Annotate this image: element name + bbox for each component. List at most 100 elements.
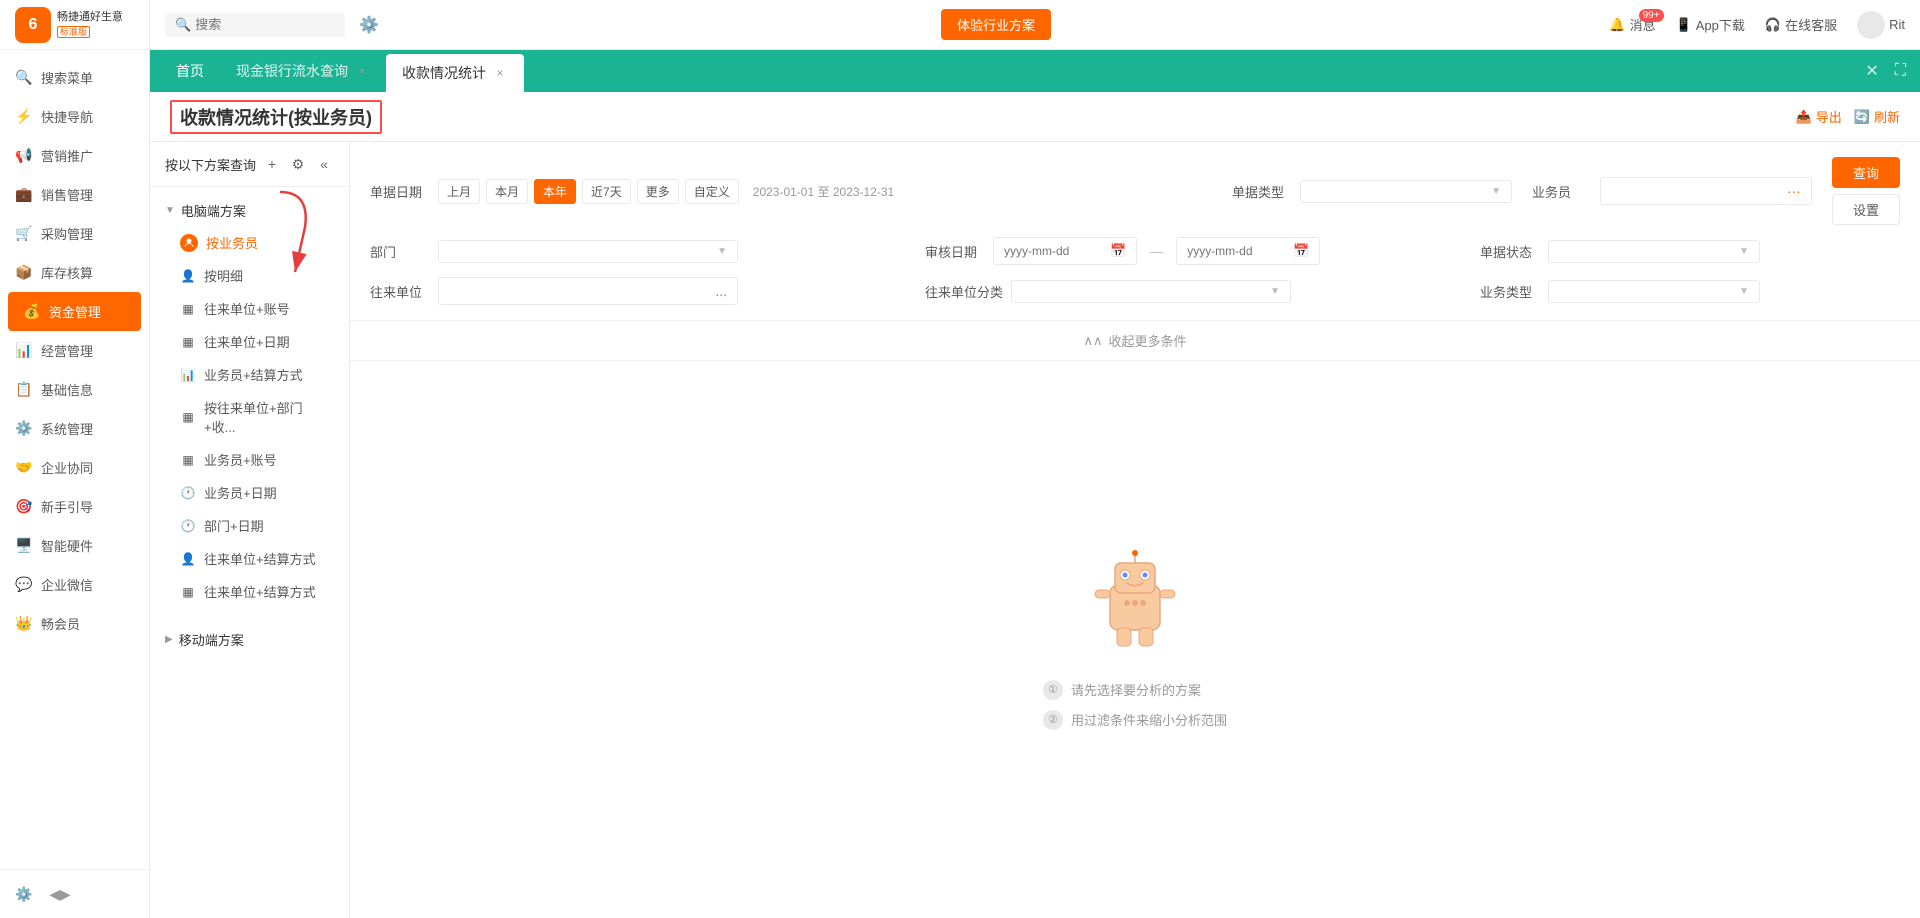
date-btn-last-7-days[interactable]: 近7天 bbox=[582, 179, 631, 204]
filter-area: 单据日期 上月 本月 本年 近7天 更多 自定义 2023-01-01 bbox=[350, 142, 1920, 321]
sidebar-item-search[interactable]: 🔍 搜索菜单 bbox=[0, 58, 149, 97]
salesperson-select[interactable]: ··· bbox=[1600, 177, 1812, 205]
sidebar-item-marketing[interactable]: 📢 营销推广 bbox=[0, 136, 149, 175]
sidebar-item-wechat[interactable]: 💬 企业微信 bbox=[0, 565, 149, 604]
scheme-item-by-salesperson[interactable]: 按业务员 bbox=[150, 226, 349, 259]
settings-button[interactable]: 设置 bbox=[1832, 194, 1900, 225]
query-button[interactable]: 查询 bbox=[1832, 157, 1900, 188]
maximize-window-icon[interactable]: ⛶ bbox=[1891, 58, 1910, 84]
settings-bottom-icon[interactable]: ⚙️ bbox=[10, 880, 38, 908]
scheme-item-dept-date[interactable]: 🕐 部门+日期 bbox=[150, 509, 349, 542]
doc-status-select[interactable]: ▼ bbox=[1548, 240, 1760, 263]
chevron-down-icon-dept: ▼ bbox=[717, 246, 727, 257]
collapse-bar[interactable]: ∧∧ 收起更多条件 bbox=[350, 321, 1920, 361]
topbar-gear-icon[interactable]: ⚙️ bbox=[355, 11, 383, 39]
sidebar-item-quicknav[interactable]: ⚡ 快捷导航 bbox=[0, 97, 149, 136]
calendar-icon-2: 📅 bbox=[1293, 243, 1309, 259]
page-header-actions: 📤 导出 🔄 刷新 bbox=[1796, 107, 1900, 126]
notifications-button[interactable]: 🔔 消息 99+ bbox=[1609, 15, 1655, 34]
scheme-section-desktop-toggle[interactable]: ▼ 电脑端方案 bbox=[150, 195, 349, 226]
partner-select[interactable]: ... bbox=[438, 277, 738, 305]
filter-biz-type: 业务类型 ▼ bbox=[1480, 280, 1760, 303]
scheme-item-partner-account[interactable]: ▦ 往来单位+账号 bbox=[150, 292, 349, 325]
review-date-from-input[interactable]: 📅 bbox=[993, 237, 1137, 265]
date-btn-this-year[interactable]: 本年 bbox=[534, 179, 576, 204]
tab-bank[interactable]: 现金银行流水查询 × bbox=[220, 50, 386, 92]
scheme-item-partner-dept-collect[interactable]: ▦ 按往来单位+部门+收... bbox=[150, 391, 349, 443]
close-window-icon[interactable]: ✕ bbox=[1861, 57, 1882, 85]
sidebar-item-system[interactable]: ⚙️ 系统管理 bbox=[0, 409, 149, 448]
download-icon: 📱 bbox=[1676, 17, 1692, 33]
scheme-item-salesperson-account[interactable]: ▦ 业务员+账号 bbox=[150, 443, 349, 476]
detail-icon: 👤 bbox=[180, 268, 196, 284]
review-date-from-field[interactable] bbox=[1004, 244, 1104, 258]
online-service-button[interactable]: 🎧 在线客服 bbox=[1765, 15, 1837, 34]
tab-home[interactable]: 首页 bbox=[160, 50, 220, 92]
date-btn-last-month[interactable]: 上月 bbox=[438, 179, 480, 204]
export-button[interactable]: 📤 导出 bbox=[1796, 107, 1842, 126]
table-icon-3: ▦ bbox=[180, 409, 196, 425]
scheme-panel: 按以下方案查询 + ⚙ « ▼ 电脑端方案 bbox=[150, 142, 350, 918]
collapse-sidebar-icon[interactable]: ◀▶ bbox=[46, 880, 74, 908]
scheme-settings-icon[interactable]: ⚙ bbox=[288, 154, 308, 174]
collapse-scheme-icon[interactable]: « bbox=[314, 154, 334, 174]
date-btn-this-month[interactable]: 本月 bbox=[486, 179, 528, 204]
export-icon: 📤 bbox=[1796, 109, 1812, 125]
tab-bank-close[interactable]: × bbox=[354, 63, 370, 79]
clock-icon-1: 🕐 bbox=[180, 485, 196, 501]
finance-icon: 💰 bbox=[23, 303, 41, 321]
review-date-to-field[interactable] bbox=[1187, 244, 1287, 258]
page-title: 收款情况统计(按业务员) bbox=[170, 100, 382, 134]
biz-type-select[interactable]: ▼ bbox=[1548, 280, 1760, 303]
topbar-search-box[interactable]: 🔍 bbox=[165, 13, 345, 37]
sidebar-item-purchase[interactable]: 🛒 采购管理 bbox=[0, 214, 149, 253]
tab-receipt-close[interactable]: × bbox=[492, 65, 508, 81]
sidebar-item-sales[interactable]: 💼 销售管理 bbox=[0, 175, 149, 214]
filter-row-1: 单据日期 上月 本月 本年 近7天 更多 自定义 2023-01-01 bbox=[370, 157, 1900, 225]
sidebar-item-hardware[interactable]: 🖥️ 智能硬件 bbox=[0, 526, 149, 565]
chevron-down-icon: ▼ bbox=[165, 205, 175, 216]
user-avatar[interactable]: Rit bbox=[1857, 11, 1905, 39]
sidebar-item-finance[interactable]: 💰 资金管理 bbox=[8, 292, 141, 331]
trial-button[interactable]: 体验行业方案 bbox=[941, 9, 1051, 40]
scheme-item-salesperson-date[interactable]: 🕐 业务员+日期 bbox=[150, 476, 349, 509]
date-range-display: 2023-01-01 至 2023-12-31 bbox=[753, 183, 894, 200]
partner-category-select[interactable]: ▼ bbox=[1011, 280, 1291, 303]
topbar: 🔍 ⚙️ 体验行业方案 🔔 消息 99+ 📱 App下载 🎧 在线客服 bbox=[150, 0, 1920, 50]
doc-type-select[interactable]: ▼ bbox=[1300, 180, 1512, 203]
scheme-item-partner-settle1[interactable]: 👤 往来单位+结算方式 bbox=[150, 542, 349, 575]
salesperson-more-icon[interactable]: ··· bbox=[1787, 183, 1801, 199]
sidebar-item-basic[interactable]: 📋 基础信息 bbox=[0, 370, 149, 409]
scheme-item-partner-settle2[interactable]: ▦ 往来单位+结算方式 bbox=[150, 575, 349, 608]
search-input[interactable] bbox=[195, 17, 335, 32]
scheme-item-salesperson-settle[interactable]: 📊 业务员+结算方式 bbox=[150, 358, 349, 391]
refresh-button[interactable]: 🔄 刷新 bbox=[1854, 107, 1900, 126]
scheme-item-by-detail[interactable]: 👤 按明细 bbox=[150, 259, 349, 292]
sidebar-item-inventory[interactable]: 📦 库存核算 bbox=[0, 253, 149, 292]
sidebar-item-guide[interactable]: 🎯 新手引导 bbox=[0, 487, 149, 526]
empty-tips: ① 请先选择要分析的方案 ② 用过滤条件来缩小分析范围 bbox=[1043, 680, 1227, 740]
dept-select[interactable]: ▼ bbox=[438, 240, 738, 263]
filter-doc-status: 单据状态 ▼ bbox=[1480, 240, 1760, 263]
sidebar-item-enterprise[interactable]: 🤝 企业协同 bbox=[0, 448, 149, 487]
system-icon: ⚙️ bbox=[15, 420, 33, 438]
tab-receipt[interactable]: 收款情况统计 × bbox=[386, 54, 524, 92]
add-scheme-button[interactable]: + bbox=[262, 154, 282, 174]
review-date-to-input[interactable]: 📅 bbox=[1176, 237, 1320, 265]
partner-more-icon[interactable]: ... bbox=[715, 283, 727, 299]
topbar-left: 🔍 ⚙️ bbox=[165, 11, 383, 39]
calendar-icon-1: 📅 bbox=[1110, 243, 1126, 259]
logo-text: 畅捷通好生意 标准版 bbox=[57, 10, 123, 39]
scheme-section-mobile-toggle[interactable]: ▶ 移动端方案 bbox=[150, 624, 349, 655]
scheme-item-partner-date[interactable]: ▦ 往来单位+日期 bbox=[150, 325, 349, 358]
search-icon: 🔍 bbox=[15, 69, 33, 87]
date-btn-more[interactable]: 更多 bbox=[637, 179, 679, 204]
sidebar-item-operation[interactable]: 📊 经营管理 bbox=[0, 331, 149, 370]
app-download-button[interactable]: 📱 App下载 bbox=[1676, 15, 1745, 34]
action-buttons: 查询 设置 bbox=[1832, 157, 1900, 225]
sidebar-menu: 🔍 搜索菜单 ⚡ 快捷导航 📢 营销推广 💼 销售管理 🛒 采购管理 📦 库存核… bbox=[0, 50, 149, 869]
quicknav-icon: ⚡ bbox=[15, 108, 33, 126]
sidebar-item-member[interactable]: 👑 畅会员 bbox=[0, 604, 149, 643]
logo-icon: 6 bbox=[15, 7, 51, 43]
date-btn-custom[interactable]: 自定义 bbox=[685, 179, 739, 204]
